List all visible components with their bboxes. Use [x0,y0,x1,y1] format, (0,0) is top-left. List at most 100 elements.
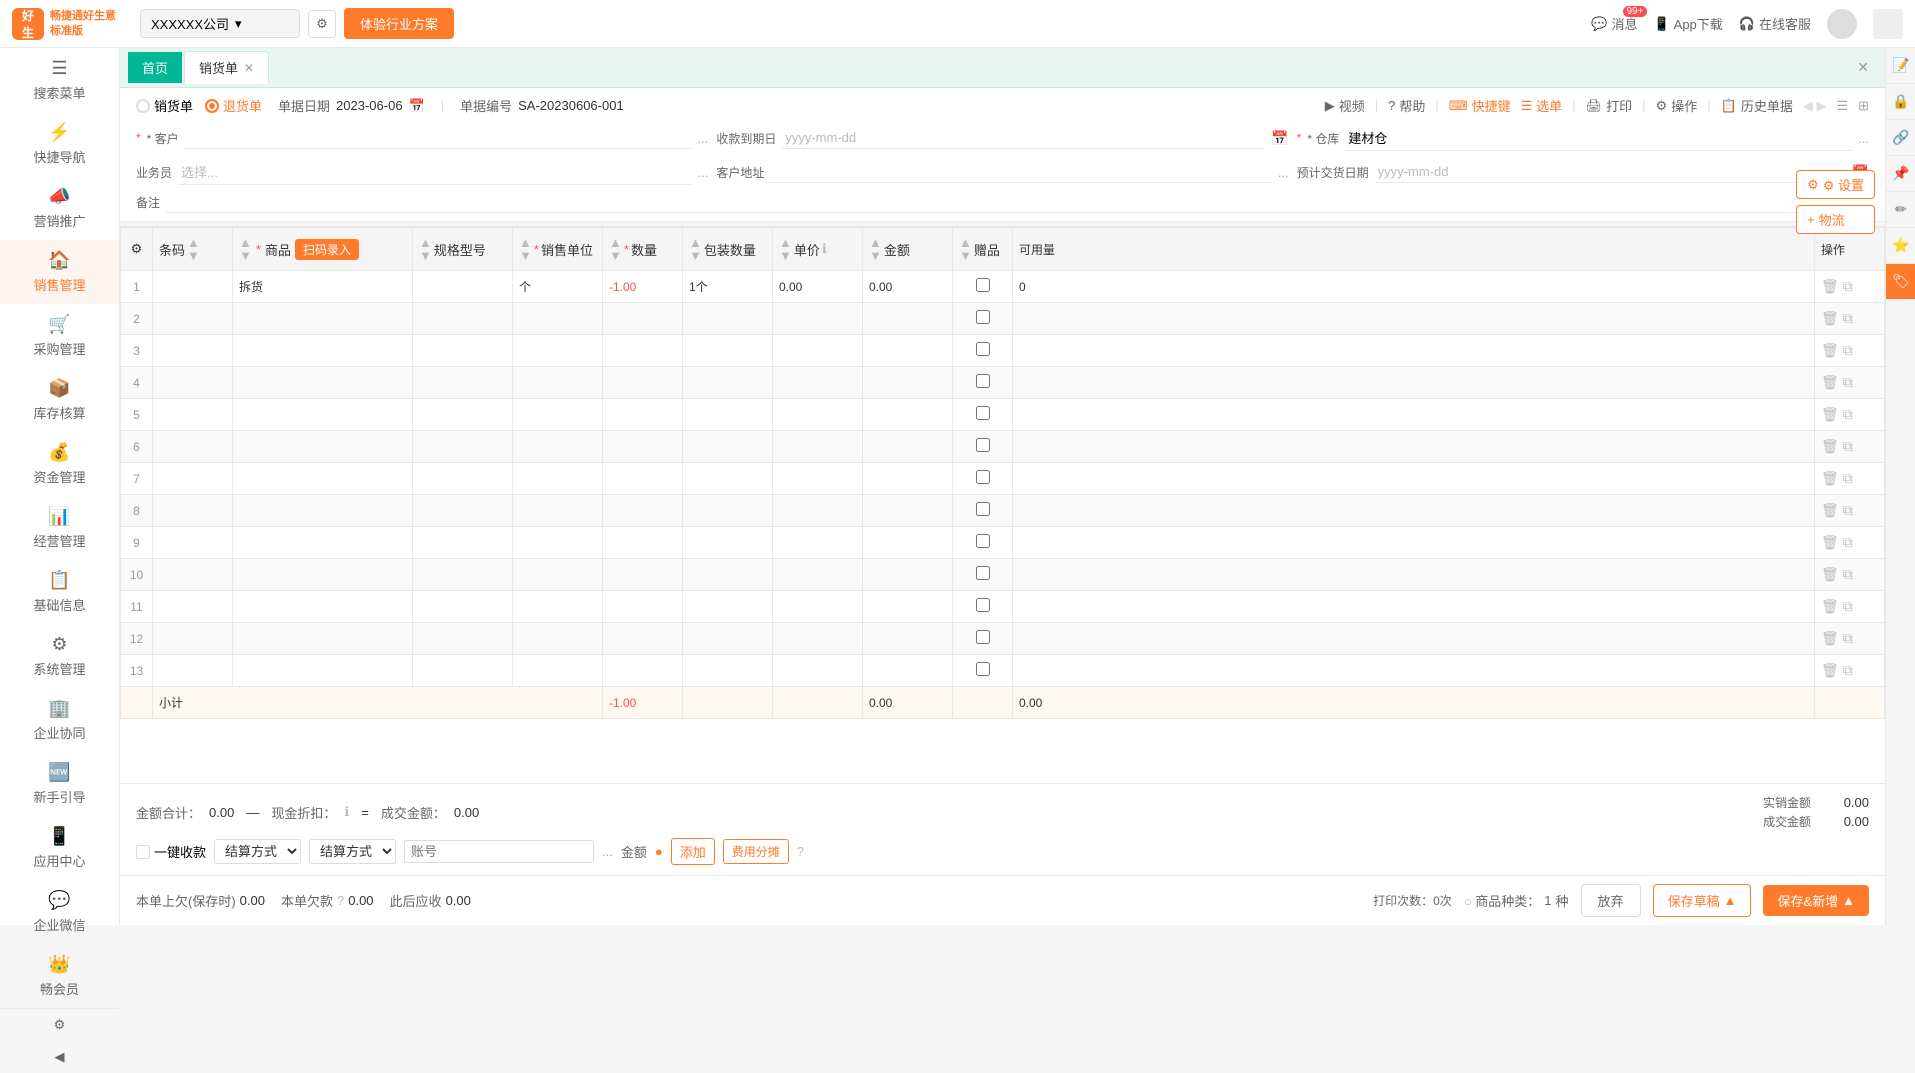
gift-cell[interactable] [953,527,1013,559]
gift-cell[interactable] [953,367,1013,399]
abandon-button[interactable]: 放弃 [1581,884,1641,917]
col-settings[interactable]: ⚙ [121,228,153,271]
delete-row-icon[interactable]: 🗑 [1821,342,1839,359]
unit-cell[interactable] [513,655,603,687]
barcode-cell[interactable] [153,655,233,687]
avatar[interactable] [1827,9,1857,39]
sidebar-item-purchase[interactable]: 🛒 采购管理 [0,304,119,368]
copy-row-icon[interactable]: ⧉ [1843,310,1853,327]
tab-sales-order[interactable]: 销货单 ✕ [184,51,269,84]
spec-cell[interactable] [413,527,513,559]
unit-cell[interactable] [513,623,603,655]
sidebar-item-system[interactable]: ⚙ 系统管理 [0,624,119,688]
copy-row-icon[interactable]: ⧉ [1843,278,1853,295]
barcode-cell[interactable] [153,527,233,559]
copy-row-icon[interactable]: ⧉ [1843,598,1853,615]
save-new-button[interactable]: 保存&新增 ▲ [1763,885,1869,916]
pack-qty-sort[interactable]: ▲▼ [689,236,702,262]
amount-cell[interactable] [863,623,953,655]
pack-qty-cell[interactable] [683,495,773,527]
notes-input[interactable] [166,191,1869,213]
delete-row-icon[interactable]: 🗑 [1821,278,1839,295]
sidebar-item-search[interactable]: ☰ 搜索菜单 [0,48,119,112]
copy-row-icon[interactable]: ⧉ [1843,342,1853,359]
fee-split-button[interactable]: 费用分摊 [723,839,789,864]
gift-cell[interactable] [953,271,1013,303]
copy-row-icon[interactable]: ⧉ [1843,502,1853,519]
product-cell[interactable] [233,463,413,495]
salesperson-dots[interactable]: ... [697,165,708,180]
radio-product-kind[interactable]: ○ [1464,894,1472,909]
qty-cell[interactable] [603,495,683,527]
one-click-checkbox[interactable] [136,845,150,859]
right-tool-note[interactable]: 📝 [1886,48,1915,84]
doc-num-value[interactable]: SA-20230606-001 [518,98,624,113]
spec-cell[interactable] [413,335,513,367]
gift-cell[interactable] [953,335,1013,367]
unit-cell[interactable] [513,527,603,559]
spec-cell[interactable] [413,623,513,655]
right-tool-edit[interactable]: ✏ [1886,192,1915,228]
unit-cell[interactable] [513,399,603,431]
delete-row-icon[interactable]: 🗑 [1821,598,1839,615]
sidebar-item-collab[interactable]: 🏢 企业协同 [0,688,119,752]
sidebar-item-wechat[interactable]: 💬 企业微信 [0,880,119,944]
qty-cell[interactable]: -1.00 [603,271,683,303]
copy-row-icon[interactable]: ⧉ [1843,534,1853,551]
qty-cell[interactable] [603,527,683,559]
product-cell[interactable] [233,335,413,367]
copy-row-icon[interactable]: ⧉ [1843,374,1853,391]
unit-price-cell[interactable]: 0.00 [773,271,863,303]
qty-cell[interactable] [603,655,683,687]
discount-info-icon[interactable]: ℹ [344,804,349,820]
close-all-tabs-icon[interactable]: ✕ [1849,59,1877,76]
unit-cell[interactable]: 个 [513,271,603,303]
right-tool-tag[interactable]: 🏷 [1886,264,1915,300]
right-tool-lock[interactable]: 🔒 [1886,84,1915,120]
gift-sort[interactable]: ▲▼ [959,236,972,262]
amount-cell[interactable] [863,591,953,623]
delete-row-icon[interactable]: 🗑 [1821,566,1839,583]
amount-cell[interactable] [863,463,953,495]
app-download-button[interactable]: 📱 App下载 [1653,14,1722,33]
product-cell[interactable] [233,367,413,399]
sidebar-item-app-center[interactable]: 📱 应用中心 [0,816,119,880]
account-dots[interactable]: ... [602,844,613,859]
unit-price-cell[interactable] [773,527,863,559]
copy-row-icon[interactable]: ⧉ [1843,438,1853,455]
unit-price-cell[interactable] [773,431,863,463]
unit-price-cell[interactable] [773,495,863,527]
amount-cell[interactable] [863,655,953,687]
customer-addr-dots[interactable]: ... [1278,165,1289,180]
tab-close-icon[interactable]: ✕ [244,61,254,75]
unit-sort[interactable]: ▲▼ [519,236,532,262]
warehouse-input[interactable]: 建材仓 [1345,125,1852,151]
delete-row-icon[interactable]: 🗑 [1821,374,1839,391]
delete-row-icon[interactable]: 🗑 [1821,470,1839,487]
product-cell[interactable] [233,399,413,431]
sidebar-item-guide[interactable]: 🆕 新手引导 [0,752,119,816]
gift-cell[interactable] [953,431,1013,463]
spec-sort[interactable]: ▲▼ [419,236,432,262]
settings-icon[interactable]: ⚙ [308,10,336,38]
delete-row-icon[interactable]: 🗑 [1821,310,1839,327]
sidebar-item-finance[interactable]: 💰 资金管理 [0,432,119,496]
unit-price-cell[interactable] [773,303,863,335]
amount-cell[interactable] [863,559,953,591]
barcode-cell[interactable] [153,271,233,303]
barcode-cell[interactable] [153,303,233,335]
unit-price-cell[interactable] [773,367,863,399]
barcode-cell[interactable] [153,591,233,623]
delete-row-icon[interactable]: 🗑 [1821,502,1839,519]
spec-cell[interactable] [413,367,513,399]
calendar-icon[interactable]: 📅 [409,98,425,114]
barcode-cell[interactable] [153,399,233,431]
barcode-cell[interactable] [153,367,233,399]
product-cell[interactable] [233,527,413,559]
qty-cell[interactable] [603,559,683,591]
copy-row-icon[interactable]: ⧉ [1843,406,1853,423]
fee-help-icon[interactable]: ? [797,844,804,859]
unit-price-cell[interactable] [773,399,863,431]
account-input[interactable] [404,840,594,863]
add-row-icon[interactable]: ● [655,844,663,859]
